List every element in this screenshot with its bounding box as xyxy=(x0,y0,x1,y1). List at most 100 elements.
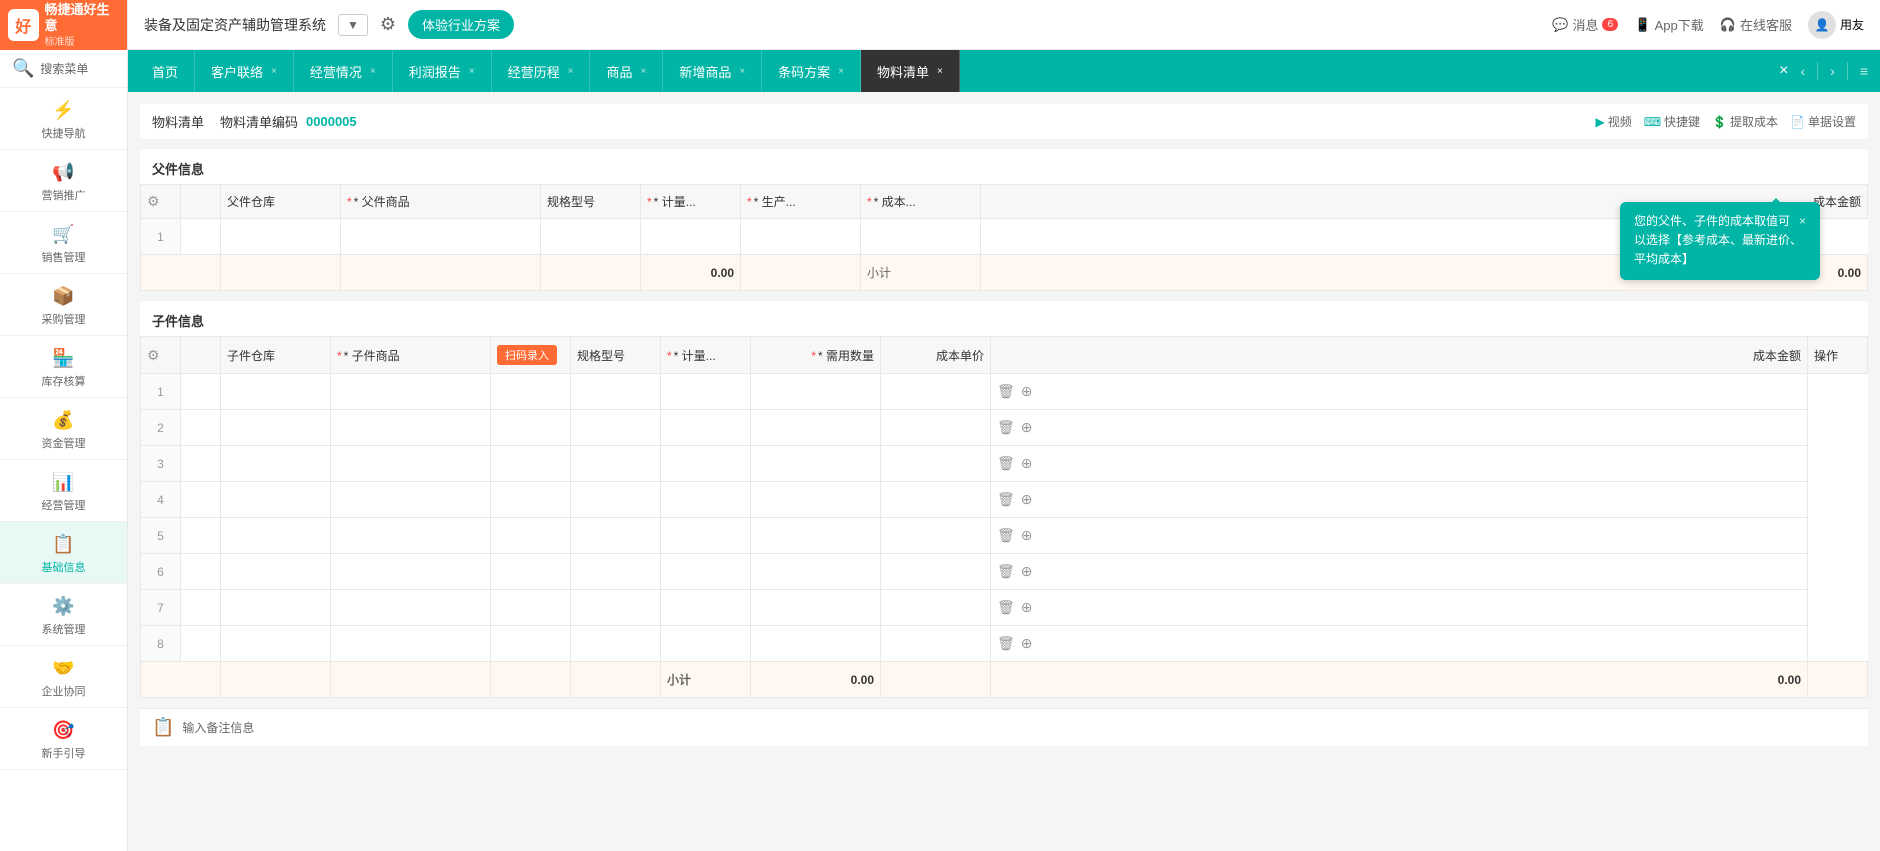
parent-row-goods[interactable] xyxy=(221,219,341,255)
message-action[interactable]: 💬 消息 6 xyxy=(1552,15,1618,34)
child-row-quantity[interactable] xyxy=(661,446,751,482)
child-row-unit[interactable] xyxy=(571,446,661,482)
parent-row-production[interactable] xyxy=(641,219,741,255)
parent-row-warehouse[interactable] xyxy=(181,219,221,255)
child-row-spec[interactable] xyxy=(491,554,571,590)
child-row-unit[interactable] xyxy=(571,590,661,626)
delete-row-icon[interactable]: 🗑 xyxy=(997,419,1015,436)
user-info[interactable]: 👤 用友 xyxy=(1808,11,1864,39)
sidebar-item-quick-nav[interactable]: ⚡ 快捷导航 xyxy=(0,88,127,150)
child-row-warehouse[interactable] xyxy=(181,554,221,590)
sidebar-search[interactable]: 🔍 搜索菜单 xyxy=(0,50,127,88)
note-icon[interactable]: 📋 xyxy=(152,717,174,738)
child-row-goods[interactable] xyxy=(221,554,331,590)
child-row-quantity[interactable] xyxy=(661,590,751,626)
copy-row-icon[interactable]: ⊕ xyxy=(1021,455,1033,472)
child-row-spec[interactable] xyxy=(491,446,571,482)
child-row-goods[interactable] xyxy=(221,518,331,554)
child-row-unit[interactable] xyxy=(571,626,661,662)
sidebar-item-sales[interactable]: 🛒 销售管理 xyxy=(0,212,127,274)
child-row-spec[interactable] xyxy=(491,482,571,518)
child-row-warehouse[interactable] xyxy=(181,626,221,662)
child-row-goods[interactable] xyxy=(221,446,331,482)
child-row-unit-cost[interactable] xyxy=(751,446,881,482)
breadcrumb-item-1[interactable]: 物料清单 xyxy=(152,112,204,131)
child-row-warehouse[interactable] xyxy=(181,482,221,518)
child-settings-icon[interactable]: ⚙ xyxy=(147,347,160,363)
delete-row-icon[interactable]: 🗑 xyxy=(997,563,1015,580)
sidebar-item-enterprise[interactable]: 🤝 企业协同 xyxy=(0,646,127,708)
copy-row-icon[interactable]: ⊕ xyxy=(1021,527,1033,544)
single-settings-btn[interactable]: 📄 单据设置 xyxy=(1790,113,1856,130)
parent-row-spec[interactable] xyxy=(341,219,541,255)
child-row-quantity[interactable] xyxy=(661,554,751,590)
parent-row-cost[interactable] xyxy=(741,219,861,255)
experience-btn[interactable]: 体验行业方案 xyxy=(408,10,514,39)
sidebar-item-finance[interactable]: 💰 资金管理 xyxy=(0,398,127,460)
child-row-quantity[interactable] xyxy=(661,374,751,410)
child-row-unit[interactable] xyxy=(571,518,661,554)
child-row-unit-cost[interactable] xyxy=(751,554,881,590)
parent-settings-icon[interactable]: ⚙ xyxy=(147,193,160,209)
delete-row-icon[interactable]: 🗑 xyxy=(997,383,1015,400)
child-row-quantity[interactable] xyxy=(661,410,751,446)
child-row-goods[interactable] xyxy=(221,590,331,626)
parent-row-unit[interactable] xyxy=(541,219,641,255)
tab-goods-close[interactable]: × xyxy=(640,66,646,77)
child-row-unit[interactable] xyxy=(571,374,661,410)
sidebar-item-basic-info[interactable]: 📋 基础信息 xyxy=(0,522,127,584)
tab-customers-close[interactable]: × xyxy=(271,66,277,77)
extract-cost-btn[interactable]: 💲 提取成本 xyxy=(1712,113,1778,130)
tab-new-goods[interactable]: 新增商品 × xyxy=(663,50,762,92)
child-row-warehouse[interactable] xyxy=(181,410,221,446)
child-row-quantity[interactable] xyxy=(661,626,751,662)
page-prev-btn[interactable]: ‹ xyxy=(1796,63,1809,79)
delete-row-icon[interactable]: 🗑 xyxy=(997,635,1015,652)
child-row-spec[interactable] xyxy=(491,374,571,410)
child-row-spec[interactable] xyxy=(491,626,571,662)
delete-row-icon[interactable]: 🗑 xyxy=(997,491,1015,508)
child-row-unit-cost[interactable] xyxy=(751,410,881,446)
child-row-spec[interactable] xyxy=(491,590,571,626)
child-row-unit-cost[interactable] xyxy=(751,374,881,410)
tab-operations[interactable]: 经营情况 × xyxy=(294,50,393,92)
view-video-btn[interactable]: ▶ 视频 xyxy=(1595,113,1631,130)
sidebar-item-marketing[interactable]: 📢 营销推广 xyxy=(0,150,127,212)
child-row-goods[interactable] xyxy=(221,482,331,518)
child-row-warehouse[interactable] xyxy=(181,590,221,626)
child-row-goods[interactable] xyxy=(221,374,331,410)
settings-button[interactable]: ⚙ xyxy=(380,14,396,35)
copy-row-icon[interactable]: ⊕ xyxy=(1021,599,1033,616)
tab-customers[interactable]: 客户联络 × xyxy=(195,50,294,92)
copy-row-icon[interactable]: ⊕ xyxy=(1021,383,1033,400)
tab-home[interactable]: 首页 xyxy=(136,50,195,92)
child-row-unit[interactable] xyxy=(571,410,661,446)
sidebar-item-inventory[interactable]: 🏪 库存核算 xyxy=(0,336,127,398)
child-row-goods[interactable] xyxy=(221,410,331,446)
child-row-warehouse[interactable] xyxy=(181,518,221,554)
tab-bom-close[interactable]: × xyxy=(937,66,943,77)
child-row-unit-cost[interactable] xyxy=(751,482,881,518)
page-next-btn[interactable]: › xyxy=(1826,63,1839,79)
tab-profit-close[interactable]: × xyxy=(469,66,475,77)
tab-profit[interactable]: 利润报告 × xyxy=(393,50,492,92)
copy-row-icon[interactable]: ⊕ xyxy=(1021,419,1033,436)
copy-row-icon[interactable]: ⊕ xyxy=(1021,491,1033,508)
tab-history-close[interactable]: × xyxy=(568,66,574,77)
child-row-spec[interactable] xyxy=(491,410,571,446)
sidebar-item-purchase[interactable]: 📦 采购管理 xyxy=(0,274,127,336)
child-row-unit[interactable] xyxy=(571,482,661,518)
child-row-goods[interactable] xyxy=(221,626,331,662)
tab-barcode-close[interactable]: × xyxy=(838,66,844,77)
system-dropdown-btn[interactable]: ▼ xyxy=(338,14,368,36)
scan-input-btn[interactable]: 扫码录入 xyxy=(497,345,557,365)
child-row-warehouse[interactable] xyxy=(181,374,221,410)
online-service-action[interactable]: 🎧 在线客服 xyxy=(1720,15,1792,34)
child-row-unit-cost[interactable] xyxy=(751,626,881,662)
delete-row-icon[interactable]: 🗑 xyxy=(997,599,1015,616)
copy-row-icon[interactable]: ⊕ xyxy=(1021,635,1033,652)
note-placeholder[interactable]: 输入备注信息 xyxy=(182,719,254,736)
close-all-tabs[interactable]: × xyxy=(1771,62,1796,80)
sidebar-item-system[interactable]: ⚙️ 系统管理 xyxy=(0,584,127,646)
delete-row-icon[interactable]: 🗑 xyxy=(997,455,1015,472)
